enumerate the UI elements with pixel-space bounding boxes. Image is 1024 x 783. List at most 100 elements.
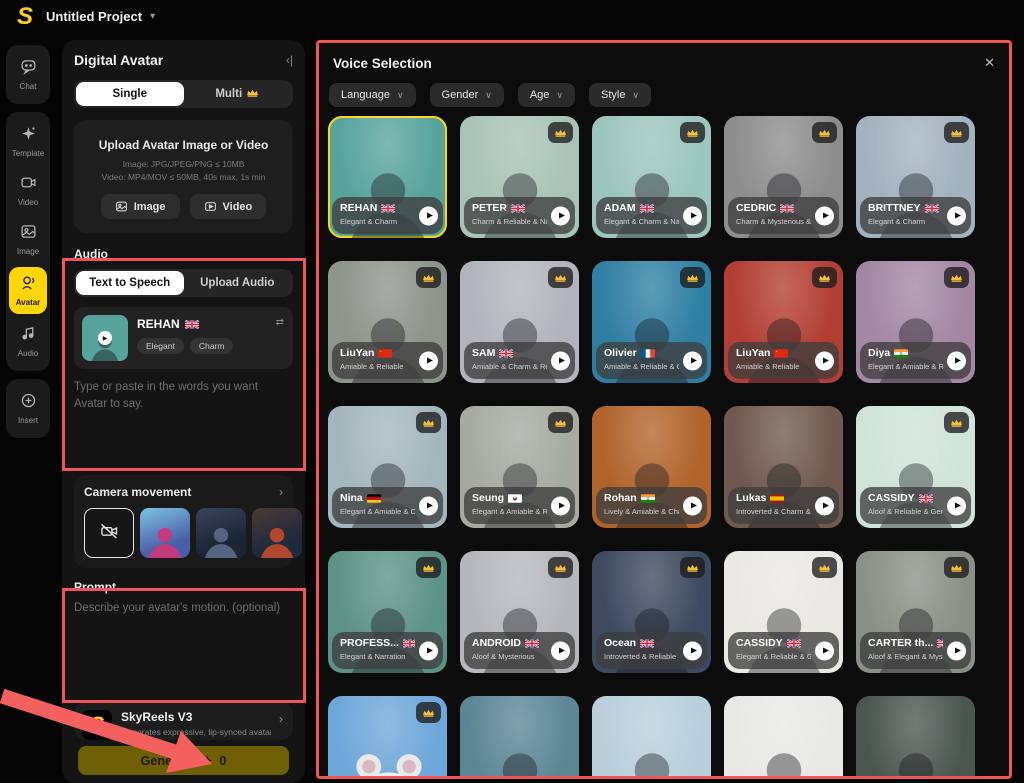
voice-card[interactable] bbox=[724, 696, 843, 776]
sidebar-item-audio[interactable]: Audio bbox=[6, 318, 50, 365]
voice-card[interactable]: CASSIDY Aloof & Reliable & Gen... bbox=[856, 406, 975, 528]
play-voice-button[interactable] bbox=[551, 496, 570, 515]
play-voice-button[interactable] bbox=[419, 206, 438, 225]
tab-multi[interactable]: Multi bbox=[184, 82, 292, 106]
camera-preset-thumbnail[interactable] bbox=[140, 508, 190, 558]
selected-voice-card[interactable]: ▶ REHAN Elegant Charm ⇄ bbox=[74, 307, 293, 369]
voice-card[interactable]: ANDROID Aloof & Mysterious bbox=[460, 551, 579, 673]
voice-name: LiuYan bbox=[736, 347, 771, 359]
tts-text-input[interactable]: Type or paste in the words you want Avat… bbox=[74, 379, 293, 465]
gb-flag-icon bbox=[780, 203, 795, 213]
filter-gender[interactable]: Gender ∨ bbox=[429, 83, 504, 107]
voice-card[interactable]: PETER Charm & Reliable & Nar... bbox=[460, 116, 579, 238]
change-voice-icon[interactable]: ⇄ bbox=[276, 317, 284, 328]
voice-card[interactable]: ADAM Elegant & Charm & Nar... bbox=[592, 116, 711, 238]
voice-card[interactable]: Olivier Amiable & Reliable & G... bbox=[592, 261, 711, 383]
app-logo-icon: S bbox=[16, 3, 33, 30]
play-voice-button[interactable] bbox=[815, 206, 834, 225]
voice-card[interactable]: SAM Amiable & Charm & Rel... bbox=[460, 261, 579, 383]
tab-single[interactable]: Single bbox=[76, 82, 184, 106]
sidebar-item-image[interactable]: Image bbox=[6, 216, 50, 263]
voice-card[interactable]: CARTER th... Aloof & Elegant & Myst... bbox=[856, 551, 975, 673]
project-title: Untitled Project bbox=[46, 9, 143, 24]
camera-preset-thumbnail[interactable] bbox=[196, 508, 246, 558]
play-icon bbox=[690, 357, 697, 364]
play-voice-button[interactable] bbox=[947, 496, 966, 515]
voice-card[interactable]: Ocean Introverted & Reliable ... bbox=[592, 551, 711, 673]
play-voice-button[interactable] bbox=[815, 351, 834, 370]
voice-card[interactable]: LiuYan Amiable & Reliable bbox=[328, 261, 447, 383]
play-voice-button[interactable] bbox=[683, 206, 702, 225]
voice-card[interactable]: Lukas Introverted & Charm & ... bbox=[724, 406, 843, 528]
in-flag-icon bbox=[894, 348, 909, 358]
play-voice-button[interactable] bbox=[419, 641, 438, 660]
play-voice-button[interactable] bbox=[683, 351, 702, 370]
play-voice-button[interactable] bbox=[419, 496, 438, 515]
premium-crown-icon bbox=[944, 557, 969, 578]
sidebar-item-chat[interactable]: Chat bbox=[6, 51, 50, 98]
voice-card[interactable]: LiuYan Amiable & Reliable bbox=[724, 261, 843, 383]
prompt-input[interactable]: Describe your avatar's motion. (optional… bbox=[74, 602, 293, 614]
premium-crown-icon bbox=[680, 557, 705, 578]
sidebar-item-video[interactable]: Video bbox=[6, 167, 50, 214]
voice-description: Aloof & Reliable & Gen... bbox=[868, 507, 943, 516]
filter-age[interactable]: Age ∨ bbox=[517, 83, 576, 107]
digital-avatar-panel: Digital Avatar ‹| Single Multi Upload Av… bbox=[62, 40, 305, 783]
modal-title: Voice Selection bbox=[333, 55, 432, 71]
voice-card[interactable]: Rohan Lively & Amiable & Cha... bbox=[592, 406, 711, 528]
premium-crown-icon bbox=[812, 122, 837, 143]
chevron-right-icon[interactable]: › bbox=[279, 485, 283, 499]
upload-video-button[interactable]: Video bbox=[189, 194, 267, 219]
voice-card[interactable]: CEDRIC Charm & Mysterious & ... bbox=[724, 116, 843, 238]
camera-preset-thumbnail[interactable] bbox=[252, 508, 302, 558]
voice-card[interactable] bbox=[460, 696, 579, 776]
tab-text-to-speech[interactable]: Text to Speech bbox=[76, 271, 184, 295]
voice-card[interactable] bbox=[856, 696, 975, 776]
play-icon bbox=[822, 212, 829, 219]
voice-card[interactable]: Seung Elegant & Amiable & R... bbox=[460, 406, 579, 528]
upload-image-button[interactable]: Image bbox=[100, 194, 180, 219]
voice-description: Amiable & Reliable bbox=[340, 362, 404, 371]
play-voice-button[interactable] bbox=[947, 351, 966, 370]
close-icon[interactable]: ✕ bbox=[984, 55, 995, 71]
play-voice-button[interactable] bbox=[947, 206, 966, 225]
play-voice-button[interactable] bbox=[683, 641, 702, 660]
voice-card[interactable]: Nina Elegant & Amiable & C... bbox=[328, 406, 447, 528]
camera-none-option[interactable] bbox=[84, 508, 134, 558]
voice-card[interactable]: Diya Elegant & Amiable & R... bbox=[856, 261, 975, 383]
collapse-panel-icon[interactable]: ‹| bbox=[286, 53, 293, 67]
gb-flag-icon bbox=[402, 638, 415, 648]
model-selector[interactable]: S SkyReels V3 Generates expressive, lip-… bbox=[74, 702, 293, 740]
play-voice-button[interactable] bbox=[419, 351, 438, 370]
voice-description: Elegant & Narration bbox=[340, 652, 406, 661]
voice-card[interactable]: CASSIDY Elegant & Reliable & G... bbox=[724, 551, 843, 673]
filter-style[interactable]: Style ∨ bbox=[589, 83, 652, 107]
voice-name: ADAM bbox=[604, 202, 636, 214]
gb-flag-icon bbox=[381, 203, 396, 213]
generate-button[interactable]: Generate ✦ 0 bbox=[78, 746, 289, 775]
voice-card[interactable]: PROFESS... Elegant & Narration bbox=[328, 551, 447, 673]
sidebar-item-label: Chat bbox=[19, 82, 37, 91]
play-voice-button[interactable] bbox=[551, 641, 570, 660]
sidebar-item-insert[interactable]: Insert bbox=[6, 385, 50, 432]
voice-card[interactable]: BRITTNEY Elegant & Charm bbox=[856, 116, 975, 238]
filter-language[interactable]: Language ∨ bbox=[329, 83, 416, 107]
play-voice-button[interactable] bbox=[683, 496, 702, 515]
play-voice-button[interactable] bbox=[815, 641, 834, 660]
voice-card[interactable]: REHAN Elegant & Charm bbox=[328, 116, 447, 238]
voice-card[interactable] bbox=[328, 696, 447, 776]
play-voice-button[interactable] bbox=[551, 351, 570, 370]
sidebar-item-avatar[interactable]: Avatar bbox=[9, 267, 47, 314]
project-menu[interactable]: Untitled Project ▾ bbox=[46, 9, 155, 24]
no-camera-icon bbox=[99, 521, 119, 546]
kr-flag-icon bbox=[508, 493, 523, 503]
sidebar-item-template[interactable]: Template bbox=[6, 118, 50, 165]
play-voice-button[interactable] bbox=[947, 641, 966, 660]
tab-upload-audio[interactable]: Upload Audio bbox=[184, 271, 292, 295]
play-voice-button[interactable] bbox=[815, 496, 834, 515]
play-voice-button[interactable] bbox=[551, 206, 570, 225]
voice-card[interactable] bbox=[592, 696, 711, 776]
upload-avatar-dropzone[interactable]: Upload Avatar Image or Video Image: JPG/… bbox=[74, 120, 293, 233]
upload-title: Upload Avatar Image or Video bbox=[98, 138, 269, 152]
play-icon[interactable]: ▶ bbox=[98, 331, 112, 345]
